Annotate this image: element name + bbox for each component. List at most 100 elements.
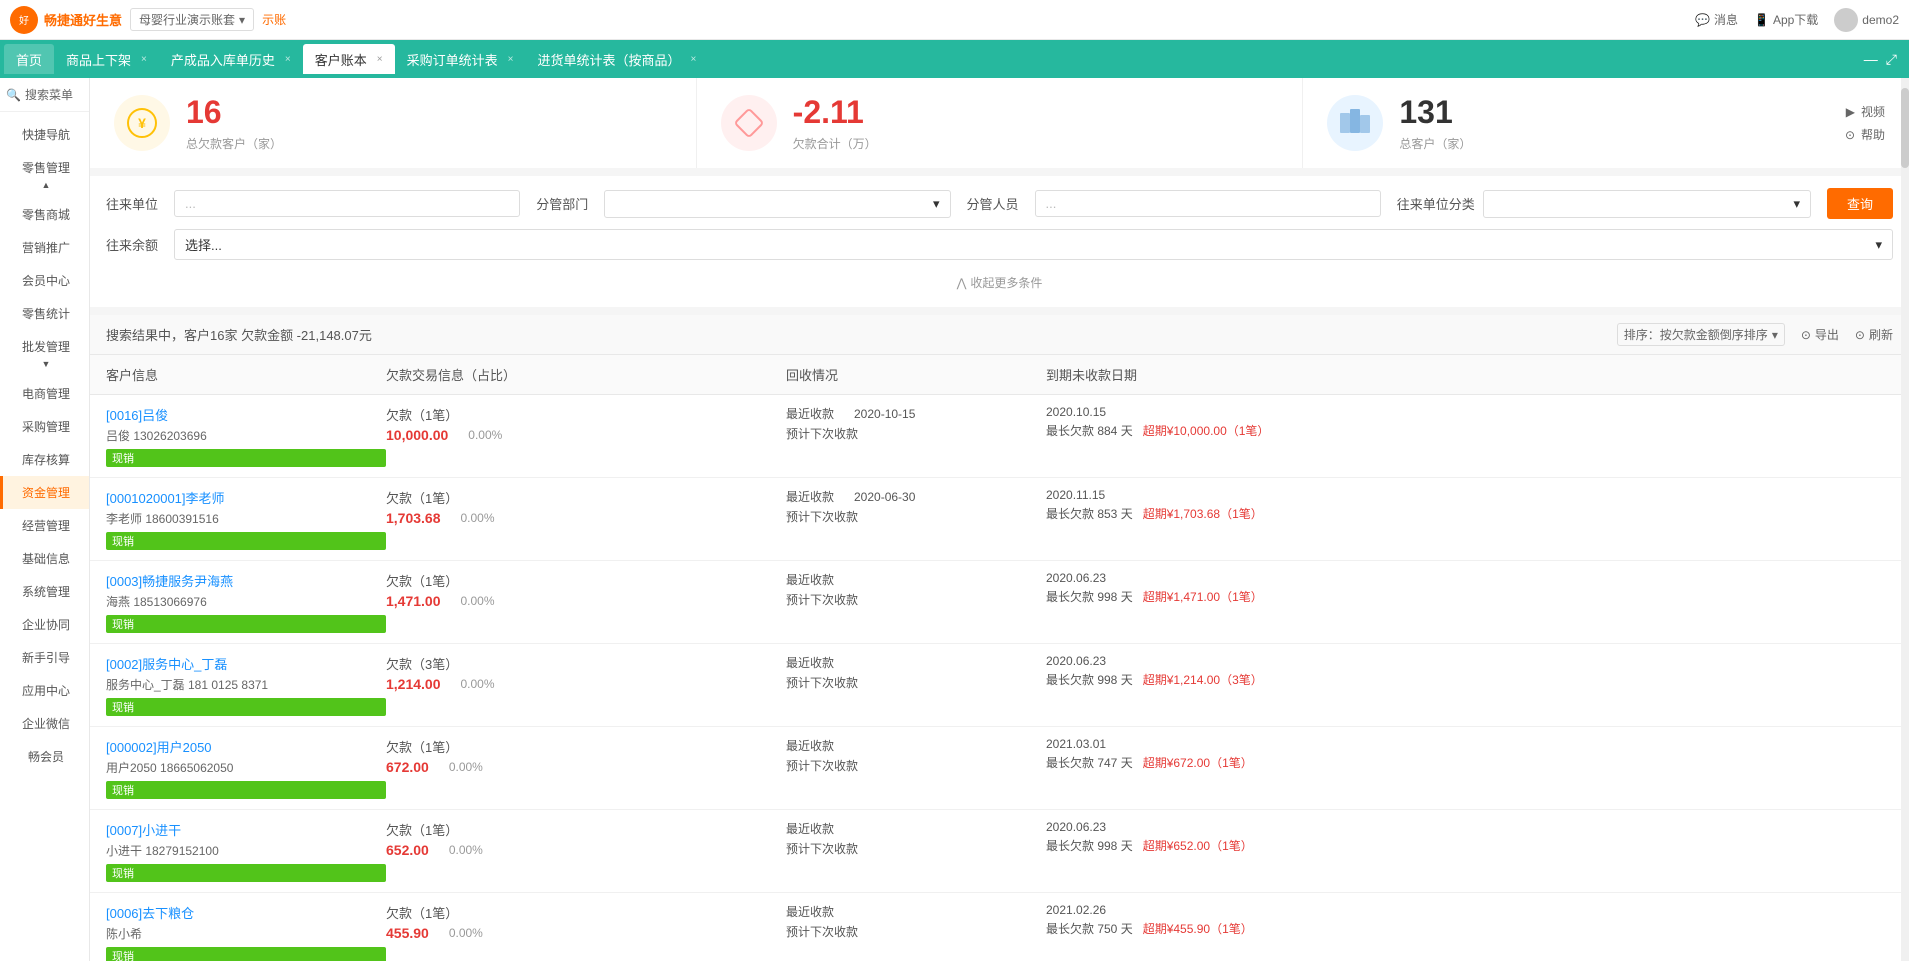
overdue-date-6: 2020.06.23 bbox=[1046, 820, 1893, 834]
filter-supplier-label: 往来单位 bbox=[106, 194, 166, 213]
chevron-down-icon: ▾ bbox=[933, 196, 940, 212]
customer-tag-5: 现销 bbox=[106, 781, 386, 799]
chevron-down-icon: ▾ bbox=[1875, 237, 1882, 253]
debt-percent-4: 0.00% bbox=[461, 677, 495, 691]
customer-info-7: [0006]去下粮仓 陈小希 现销 bbox=[106, 903, 386, 961]
message-btn[interactable]: 💬 消息 bbox=[1695, 11, 1738, 28]
sidebar-item-ops[interactable]: 经营管理 bbox=[0, 509, 89, 542]
help-btn[interactable]: ⊙ 帮助 bbox=[1845, 126, 1885, 143]
balance-select[interactable]: 选择... ▾ bbox=[174, 229, 1893, 260]
scrollbar-thumb[interactable] bbox=[1901, 88, 1909, 168]
next-collect-1: 预计下次收款 bbox=[786, 425, 1046, 442]
search-button[interactable]: 查询 bbox=[1827, 188, 1893, 219]
top-bar: 好 畅捷通好生意 母婴行业演示账套 ▾ 示账 💬 消息 📱 App下载 demo… bbox=[0, 0, 1909, 40]
tab-product-history[interactable]: 产成品入库单历史 × bbox=[159, 44, 303, 74]
next-collect-2: 预计下次收款 bbox=[786, 508, 1046, 525]
sidebar-item-ecommerce[interactable]: 电商管理 bbox=[0, 377, 89, 410]
stat-card-total: 131 总客户（家） ▶ 视频 ⊙ 帮助 bbox=[1303, 78, 1909, 168]
sidebar-item-app-center[interactable]: 应用中心 bbox=[0, 674, 89, 707]
sidebar-item-retail-mall[interactable]: 零售商城 bbox=[0, 198, 89, 231]
sidebar-item-guide[interactable]: 新手引导 bbox=[0, 641, 89, 674]
overdue-link-7[interactable]: 超期¥455.90（1笔） bbox=[1143, 922, 1253, 936]
overdue-days-1: 最长欠款 884 天 超期¥10,000.00（1笔） bbox=[1046, 422, 1893, 439]
sidebar-item-marketing[interactable]: 营销推广 bbox=[0, 231, 89, 264]
refresh-label: 刷新 bbox=[1869, 326, 1893, 343]
sort-label: 排序：按欠款金额倒序排序 bbox=[1624, 326, 1768, 343]
store-selector[interactable]: 母婴行业演示账套 ▾ bbox=[130, 8, 254, 31]
sidebar-item-vip[interactable]: 畅会员 bbox=[0, 740, 89, 773]
tab-products-off-close[interactable]: × bbox=[141, 54, 147, 65]
overdue-info-4: 2020.06.23 最长欠款 998 天 超期¥1,214.00（3笔） bbox=[1046, 654, 1893, 688]
sidebar-item-retail-stats[interactable]: 零售统计 bbox=[0, 297, 89, 330]
customer-name-2[interactable]: [0001020001]李老师 bbox=[106, 488, 386, 507]
tab-purchase-order-close[interactable]: × bbox=[508, 54, 514, 65]
help-label: 帮助 bbox=[1861, 126, 1885, 143]
tab-product-history-close[interactable]: × bbox=[285, 54, 291, 65]
sidebar-item-ecommerce-label: 电商管理 bbox=[22, 385, 70, 402]
view-video-btn[interactable]: ▶ 视频 bbox=[1846, 103, 1885, 120]
tab-customer-account[interactable]: 客户账本 × bbox=[303, 44, 395, 74]
sidebar-item-basic-label: 基础信息 bbox=[22, 550, 70, 567]
supplier-input[interactable]: ... bbox=[174, 190, 520, 217]
overdue-link-1[interactable]: 超期¥10,000.00（1笔） bbox=[1143, 424, 1270, 438]
overdue-info-6: 2020.06.23 最长欠款 998 天 超期¥652.00（1笔） bbox=[1046, 820, 1893, 854]
customer-name-1[interactable]: [0016]吕俊 bbox=[106, 405, 386, 424]
sidebar-item-enterprise-wx[interactable]: 企业微信 bbox=[0, 707, 89, 740]
app-download-btn[interactable]: 📱 App下载 bbox=[1754, 11, 1818, 28]
sidebar-item-retail-mgmt[interactable]: 零售管理 ▲ bbox=[0, 151, 89, 198]
customer-name-7[interactable]: [0006]去下粮仓 bbox=[106, 903, 386, 922]
debt-amount-2: 1,703.68 bbox=[386, 510, 441, 526]
sidebar-item-member[interactable]: 会员中心 bbox=[0, 264, 89, 297]
user-area[interactable]: demo2 bbox=[1834, 8, 1899, 32]
overdue-link-2[interactable]: 超期¥1,703.68（1笔） bbox=[1143, 507, 1263, 521]
stat-card-debt: -2.11 欠款合计（万） bbox=[697, 78, 1304, 168]
debt-amount-4: 1,214.00 bbox=[386, 676, 441, 692]
nav-link[interactable]: 示账 bbox=[262, 11, 286, 28]
customer-name-4[interactable]: [0002]服务中心_丁磊 bbox=[106, 654, 386, 673]
chevron-down-icon: ▾ bbox=[239, 13, 245, 27]
sidebar-search[interactable]: 🔍 搜索菜单 bbox=[0, 78, 89, 112]
table-row: [0001020001]李老师 李老师 18600391516 现销 欠款（1笔… bbox=[90, 478, 1909, 561]
tab-products-off[interactable]: 商品上下架 × bbox=[54, 44, 159, 74]
table-row: [0016]吕俊 吕俊 13026203696 现销 欠款（1笔） 10,000… bbox=[90, 395, 1909, 478]
overdue-link-4[interactable]: 超期¥1,214.00（3笔） bbox=[1143, 673, 1263, 687]
export-btn[interactable]: ⊙ 导出 bbox=[1801, 326, 1839, 343]
collapse-label: 收起更多条件 bbox=[970, 274, 1042, 291]
maximize-icon[interactable]: ⤢ bbox=[1886, 51, 1897, 68]
sidebar-item-basic[interactable]: 基础信息 bbox=[0, 542, 89, 575]
person-input[interactable]: ... bbox=[1035, 190, 1381, 217]
debt-count-6: 欠款（1笔） bbox=[386, 820, 786, 839]
sidebar-item-capital[interactable]: 资金管理 bbox=[0, 476, 89, 509]
customer-name-3[interactable]: [0003]畅捷服务尹海燕 bbox=[106, 571, 386, 590]
sidebar-item-enterprise[interactable]: 企业协同 bbox=[0, 608, 89, 641]
tab-purchase-stats[interactable]: 进货单统计表（按商品） × bbox=[525, 44, 708, 74]
customer-name-5[interactable]: [000002]用户2050 bbox=[106, 737, 386, 756]
filter-balance-label: 往来余额 bbox=[106, 235, 166, 254]
tab-home[interactable]: 首页 bbox=[4, 44, 54, 74]
sidebar-item-inventory[interactable]: 库存核算 bbox=[0, 443, 89, 476]
overdue-link-3[interactable]: 超期¥1,471.00（1笔） bbox=[1143, 590, 1263, 604]
customer-name-6[interactable]: [0007]小进干 bbox=[106, 820, 386, 839]
tab-purchase-order[interactable]: 采购订单统计表 × bbox=[395, 44, 526, 74]
overdue-link-5[interactable]: 超期¥672.00（1笔） bbox=[1143, 756, 1253, 770]
sidebar-item-batch-mgmt[interactable]: 批发管理 ▼ bbox=[0, 330, 89, 377]
collapse-button[interactable]: ⋀ 收起更多条件 bbox=[957, 274, 1043, 291]
category-select[interactable]: ▾ bbox=[1483, 190, 1811, 218]
customer-phone-7: 陈小希 bbox=[106, 925, 386, 942]
overdue-link-6[interactable]: 超期¥652.00（1笔） bbox=[1143, 839, 1253, 853]
result-actions: 排序：按欠款金额倒序排序 ▾ ⊙ 导出 ⊙ 刷新 bbox=[1617, 323, 1893, 346]
tab-purchase-stats-label: 进货单统计表（按商品） bbox=[537, 50, 680, 69]
dept-select[interactable]: ▾ bbox=[604, 190, 950, 218]
scrollbar-track[interactable] bbox=[1901, 78, 1909, 961]
minimize-icon[interactable]: — bbox=[1864, 51, 1878, 67]
tab-purchase-stats-close[interactable]: × bbox=[690, 54, 696, 65]
sidebar-item-purchase[interactable]: 采购管理 bbox=[0, 410, 89, 443]
customer-tag-1: 现销 bbox=[106, 449, 386, 467]
debt-info-1: 欠款（1笔） 10,000.00 0.00% bbox=[386, 405, 786, 443]
sidebar-item-quick-nav[interactable]: 快捷导航 bbox=[0, 118, 89, 151]
sidebar-item-system[interactable]: 系统管理 bbox=[0, 575, 89, 608]
customer-phone-5: 用户2050 18665062050 bbox=[106, 759, 386, 776]
tab-customer-account-close[interactable]: × bbox=[377, 54, 383, 65]
sort-select[interactable]: 排序：按欠款金额倒序排序 ▾ bbox=[1617, 323, 1785, 346]
refresh-btn[interactable]: ⊙ 刷新 bbox=[1855, 326, 1893, 343]
